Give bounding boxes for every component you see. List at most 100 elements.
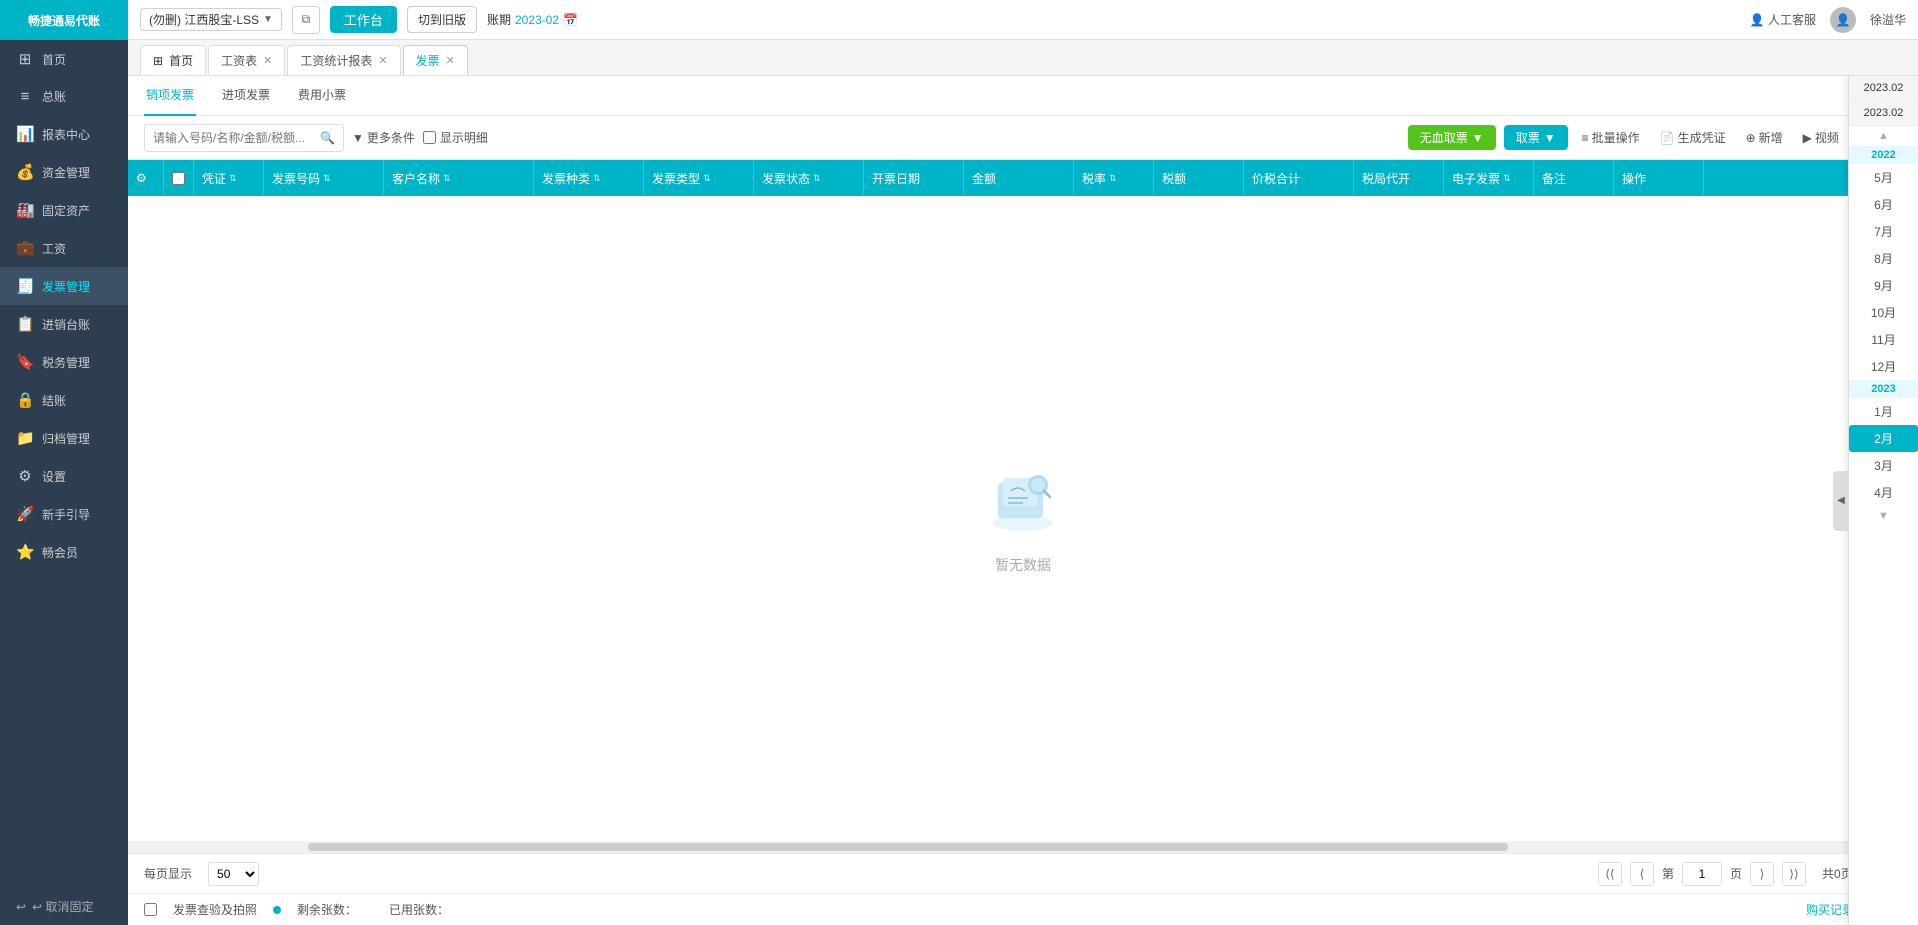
page-number-input[interactable] <box>1682 862 1722 886</box>
sort-electronic-icon[interactable]: ⇅ <box>1503 173 1511 184</box>
verify-dot <box>273 906 281 914</box>
sort-voucher-icon[interactable]: ⇅ <box>229 173 237 184</box>
sub-tab-purchase-invoice[interactable]: 进项发票 <box>220 76 272 116</box>
cal-month-12[interactable]: 12月 <box>1849 353 1918 380</box>
toolbar-right: 无血取票 ▼ 取票 ▼ ≡ 批量操作 📄 生成凭证 ⊕ 新增 <box>1408 125 1902 150</box>
sidebar-item-tax[interactable]: 🔖 税务管理 <box>0 343 128 381</box>
cal-year-2022: 2022 <box>1849 146 1918 164</box>
tab-salary-stats[interactable]: 工资统计报表 ✕ <box>287 45 400 75</box>
th-settings[interactable]: ⚙ <box>128 160 164 196</box>
cal-month-6[interactable]: 6月 <box>1849 191 1918 218</box>
sort-invoice-status-icon[interactable]: ⇅ <box>813 173 821 184</box>
page-size-select[interactable]: 50 20 100 <box>208 862 259 886</box>
sidebar-item-assets[interactable]: 🏭 固定资产 <box>0 191 128 229</box>
sort-invoice-type-icon[interactable]: ⇅ <box>593 173 601 184</box>
sidebar-item-payroll[interactable]: 💼 工资 <box>0 229 128 267</box>
content-area: 销项发票 进项发票 费用小票 ⊞ 🔍 ▼ 更多条件 <box>128 76 1918 925</box>
sidebar-item-sales[interactable]: 📋 进销台账 <box>0 305 128 343</box>
member-icon: ⭐ <box>16 543 34 561</box>
th-electronic: 电子发票 ⇅ <box>1444 160 1534 196</box>
calendar-collapse-btn[interactable]: ◀ <box>1833 471 1849 531</box>
switch-version-button[interactable]: 切到旧版 <box>407 6 477 33</box>
tab-invoice[interactable]: 发票 ✕ <box>403 45 468 75</box>
tabs-bar: ⊞ 首页 工资表 ✕ 工资统计报表 ✕ 发票 ✕ <box>128 40 1918 76</box>
first-page-btn[interactable]: ⟨⟨ <box>1598 862 1622 886</box>
cal-prev-year-icon[interactable]: ▲ <box>1878 130 1889 142</box>
sidebar-item-member[interactable]: ⭐ 畅会员 <box>0 533 128 571</box>
show-detail-checkbox[interactable]: 显示明细 <box>423 129 488 146</box>
payroll-icon: 💼 <box>16 239 34 257</box>
sidebar-item-reports[interactable]: 📊 报表中心 <box>0 115 128 153</box>
no-tax-button[interactable]: 无血取票 ▼ <box>1408 125 1496 150</box>
sort-invoice-kind-icon[interactable]: ⇅ <box>703 173 711 184</box>
th-tax-rate: 税率 ⇅ <box>1074 160 1154 196</box>
next-page-btn[interactable]: ⟩ <box>1750 862 1774 886</box>
close-salary-stats-icon[interactable]: ✕ <box>378 54 387 67</box>
prev-page-btn[interactable]: ⟨ <box>1630 862 1654 886</box>
company-selector[interactable]: (勿删) 江西股宝-LSS ▼ <box>140 8 282 31</box>
sidebar-item-archive[interactable]: 📁 归档管理 <box>0 419 128 457</box>
cal-month-3-2023[interactable]: 3月 <box>1849 452 1918 479</box>
cal-month-2-2023[interactable]: 2月 <box>1849 425 1918 452</box>
last-page-btn[interactable]: ⟩⟩ <box>1782 862 1806 886</box>
copy-icon[interactable]: ⧉ <box>292 6 320 34</box>
select-all-checkbox[interactable] <box>172 172 185 185</box>
empty-state: 暂无数据 <box>128 196 1918 841</box>
sidebar-item-ledger[interactable]: ≡ 总账 <box>0 78 128 115</box>
th-action: 操作 <box>1614 160 1704 196</box>
ledger-icon: ≡ <box>16 88 34 105</box>
batch-op-button[interactable]: ≡ 批量操作 <box>1576 125 1646 150</box>
workbench-button[interactable]: 工作台 <box>330 6 397 33</box>
scroll-thumb[interactable] <box>308 843 1508 851</box>
customer-service[interactable]: 👤 人工客服 <box>1750 11 1816 28</box>
cal-month-10[interactable]: 10月 <box>1849 299 1918 326</box>
filter-icon: ▼ <box>352 131 364 145</box>
sort-customer-icon[interactable]: ⇅ <box>443 173 451 184</box>
close-salary-table-icon[interactable]: ✕ <box>263 54 272 67</box>
tab-salary-table[interactable]: 工资表 ✕ <box>208 45 285 75</box>
sidebar-item-invoices[interactable]: 🧾 发票管理 <box>0 267 128 305</box>
cal-month-5[interactable]: 5月 <box>1849 164 1918 191</box>
sidebar-item-guide[interactable]: 🚀 新手引导 <box>0 495 128 533</box>
status-bar: 发票查验及拍照 剩余张数： 已用张数： 购买记录 去充值 <box>128 893 1918 925</box>
sort-invoice-no-icon[interactable]: ⇅ <box>323 173 331 184</box>
user-avatar[interactable]: 👤 <box>1830 7 1856 33</box>
tab-home[interactable]: ⊞ 首页 <box>140 45 206 75</box>
purchase-record-link[interactable]: 购买记录 <box>1806 901 1854 918</box>
period-display: 账期 2023-02 📅 <box>487 11 578 28</box>
generate-voucher-button[interactable]: 📄 生成凭证 <box>1654 125 1732 150</box>
sort-tax-rate-icon[interactable]: ⇅ <box>1109 173 1117 184</box>
cal-month-1-2023[interactable]: 1月 <box>1849 398 1918 425</box>
cal-month-9[interactable]: 9月 <box>1849 272 1918 299</box>
video-button[interactable]: ▶ 视频 <box>1797 125 1845 150</box>
th-checkbox[interactable] <box>164 160 194 196</box>
sidebar-unpin[interactable]: ↩ ↩ 取消固定 <box>0 888 128 925</box>
more-filter[interactable]: ▼ 更多条件 <box>352 129 415 146</box>
new-button[interactable]: ⊕ 新增 <box>1740 125 1789 150</box>
close-invoice-icon[interactable]: ✕ <box>446 54 455 67</box>
sidebar-item-funds[interactable]: 💰 资金管理 <box>0 153 128 191</box>
cal-month-8[interactable]: 8月 <box>1849 245 1918 272</box>
cal-month-11[interactable]: 11月 <box>1849 326 1918 353</box>
home-tab-icon: ⊞ <box>153 54 163 68</box>
search-icon[interactable]: 🔍 <box>320 131 335 145</box>
cal-next-year-icon[interactable]: ▼ <box>1878 510 1889 522</box>
show-detail-input[interactable] <box>423 131 436 144</box>
sub-tab-sales-invoice[interactable]: 销项发票 <box>144 76 196 116</box>
sidebar-item-settings[interactable]: ⚙ 设置 <box>0 457 128 495</box>
dropdown-arrow-icon: ▼ <box>1472 131 1484 145</box>
main-area: (勿删) 江西股宝-LSS ▼ ⧉ 工作台 切到旧版 账期 2023-02 📅 … <box>128 0 1918 925</box>
cal-month-4-2023[interactable]: 4月 <box>1849 479 1918 506</box>
cal-year-2023: 2023 <box>1849 380 1918 398</box>
sidebar-item-home[interactable]: ⊞ 首页 <box>0 40 128 78</box>
horizontal-scrollbar[interactable] <box>128 841 1918 853</box>
search-input[interactable] <box>153 131 316 145</box>
calendar-icon[interactable]: 📅 <box>563 13 578 27</box>
batch-icon: ≡ <box>1582 131 1589 145</box>
sidebar-logo: 畅捷通易代账 <box>0 0 128 40</box>
sub-tab-expense-receipt[interactable]: 费用小票 <box>296 76 348 116</box>
verify-checkbox[interactable] <box>144 903 157 916</box>
get-ticket-button[interactable]: 取票 ▼ <box>1504 125 1568 150</box>
sidebar-item-close[interactable]: 🔒 结账 <box>0 381 128 419</box>
cal-month-7[interactable]: 7月 <box>1849 218 1918 245</box>
